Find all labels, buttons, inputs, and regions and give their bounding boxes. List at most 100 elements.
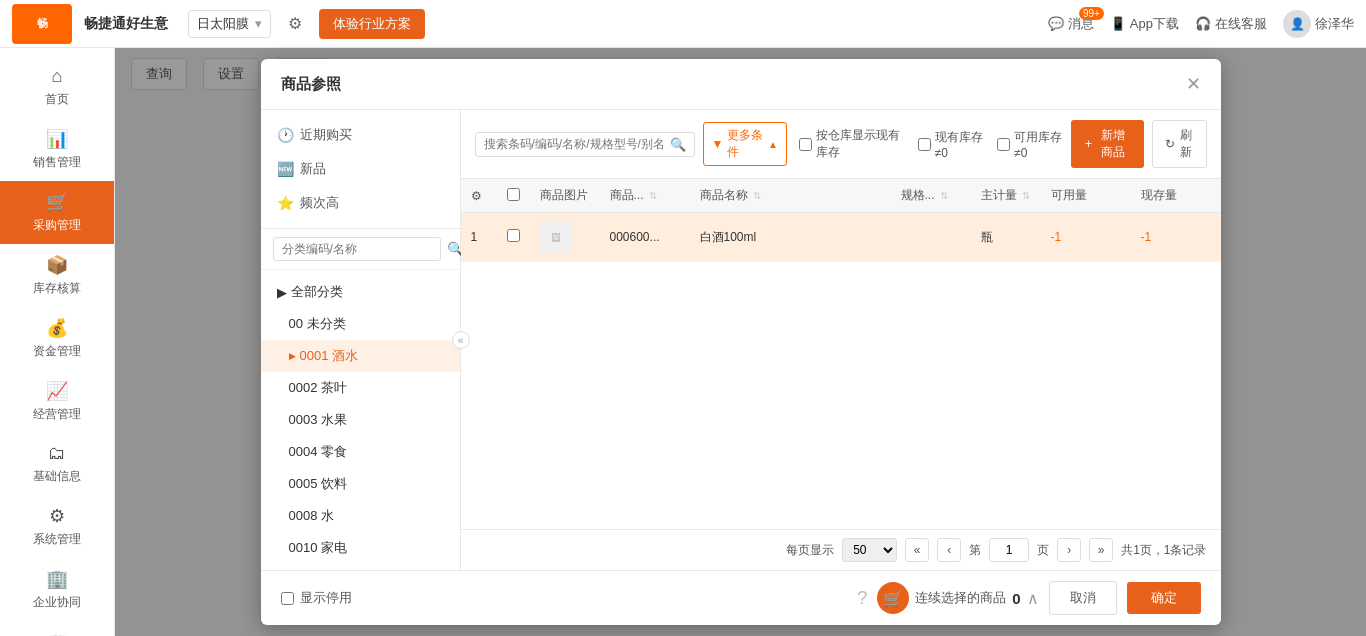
row-avail: -1 <box>1041 213 1131 262</box>
page-prefix: 第 <box>969 542 981 559</box>
nav-frequent[interactable]: ⭐ 频次高 <box>261 186 460 220</box>
checkbox-stock-input[interactable] <box>918 138 931 151</box>
checkbox-stock-nonzero[interactable]: 现有库存≠0 <box>918 129 984 160</box>
select-all-checkbox[interactable] <box>507 188 520 201</box>
product-table: ⚙ 商品图片 <box>461 179 1221 262</box>
right-panel: 🔍 ▼ 更多条件 ▲ 按仓库显示现有库存 <box>461 110 1221 570</box>
filter-checkboxes: 按仓库显示现有库存 现有库存≠0 可用库存≠0 <box>799 127 1063 161</box>
category-0005[interactable]: 0005 饮料 <box>261 468 460 500</box>
more-filter-button[interactable]: ▼ 更多条件 ▲ <box>703 122 787 166</box>
per-page-select[interactable]: 10 20 50 100 <box>842 538 897 562</box>
show-disabled-label[interactable]: 显示停用 <box>281 589 352 607</box>
sidebar-item-label: 经营管理 <box>33 406 81 423</box>
col-unit[interactable]: 主计量 ⇅ <box>971 179 1041 213</box>
star-icon: ⭐ <box>277 195 294 211</box>
expand-icon: ▶ <box>277 285 287 300</box>
sidebar-item-sales[interactable]: 📊 销售管理 <box>0 118 114 181</box>
checkbox-avail-input[interactable] <box>997 138 1010 151</box>
per-page-label: 每页显示 <box>786 542 834 559</box>
row-checkbox[interactable] <box>507 229 520 242</box>
table-row[interactable]: 1 🖼 000600... 白酒100ml <box>461 213 1221 262</box>
category-0004[interactable]: 0004 零食 <box>261 436 460 468</box>
product-search-input[interactable] <box>484 137 664 151</box>
product-search-box: 🔍 <box>475 132 695 157</box>
sidebar-item-label: 首页 <box>45 91 69 108</box>
show-disabled-checkbox[interactable] <box>281 592 294 605</box>
cancel-button[interactable]: 取消 <box>1049 581 1117 615</box>
app-brand: 畅捷通好生意 <box>84 15 168 33</box>
category-0010[interactable]: 0010 家电 <box>261 532 460 564</box>
sidebar-item-finance[interactable]: 💰 资金管理 <box>0 307 114 370</box>
sidebar-item-enterprise[interactable]: 🏢 企业协同 <box>0 558 114 621</box>
main-layout: ⌂ 首页 📊 销售管理 🛒 采购管理 📦 库存核算 💰 资金管理 📈 经营管理 … <box>0 48 1366 636</box>
category-0001[interactable]: 0001 酒水 <box>261 340 460 372</box>
user-menu[interactable]: 👤 徐泽华 <box>1283 10 1354 38</box>
product-table-wrapper: ⚙ 商品图片 <box>461 179 1221 529</box>
checkbox-warehouse-input[interactable] <box>799 138 812 151</box>
sidebar-item-purchase[interactable]: 🛒 采购管理 <box>0 181 114 244</box>
category-0002[interactable]: 0002 茶叶 <box>261 372 460 404</box>
col-code[interactable]: 商品... ⇅ <box>600 179 690 213</box>
col-spec[interactable]: 规格... ⇅ <box>891 179 971 213</box>
row-check[interactable] <box>497 213 530 262</box>
next-page-button[interactable]: › <box>1057 538 1081 562</box>
system-icon: ⚙ <box>49 505 65 527</box>
online-service-button[interactable]: 🎧 在线客服 <box>1195 15 1267 33</box>
col-img: 商品图片 <box>530 179 600 213</box>
confirm-button[interactable]: 确定 <box>1127 582 1201 614</box>
nav-recent-label: 近期购买 <box>300 126 352 144</box>
sidebar-item-label: 采购管理 <box>33 217 81 234</box>
sidebar-item-guide[interactable]: 📖 新手引导 <box>0 621 114 636</box>
chevron-up-icon: ▲ <box>768 139 778 150</box>
col-name[interactable]: 商品名称 ⇅ <box>690 179 891 213</box>
sidebar-item-base[interactable]: 🗂 基础信息 <box>0 433 114 495</box>
settings-icon[interactable]: ⚙ <box>279 8 311 40</box>
app-download-button[interactable]: 📱 App下载 <box>1110 15 1179 33</box>
sales-icon: 📊 <box>46 128 68 150</box>
product-thumbnail: 🖼 <box>540 221 572 253</box>
toolbar-right: + 新增商品 ↻ 刷新 <box>1071 120 1207 168</box>
col-settings: ⚙ <box>461 179 497 213</box>
category-0008[interactable]: 0008 水 <box>261 500 460 532</box>
row-code: 000600... <box>600 213 690 262</box>
modal-close-button[interactable]: ✕ <box>1186 73 1201 95</box>
last-page-button[interactable]: » <box>1089 538 1113 562</box>
message-button[interactable]: 💬 消息 99+ <box>1048 15 1094 33</box>
experience-button[interactable]: 体验行业方案 <box>319 9 425 39</box>
checkbox-warehouse[interactable]: 按仓库显示现有库存 <box>799 127 904 161</box>
page-suffix: 页 <box>1037 542 1049 559</box>
left-nav: 🕐 近期购买 🆕 新品 ⭐ 频次高 « <box>261 110 460 229</box>
category-0003[interactable]: 0003 水果 <box>261 404 460 436</box>
cart-collapse-icon[interactable]: ∧ <box>1027 589 1039 608</box>
cart-icon[interactable]: 🛒 <box>877 582 909 614</box>
home-icon: ⌂ <box>52 66 63 87</box>
modal-footer: 显示停用 ? 🛒 连续选择的商品 0 ∧ 取消 确定 <box>261 570 1221 625</box>
refresh-button[interactable]: ↻ 刷新 <box>1152 120 1207 168</box>
sort-code-icon: ⇅ <box>649 190 657 201</box>
prev-page-button[interactable]: ‹ <box>937 538 961 562</box>
help-icon[interactable]: ? <box>857 588 867 609</box>
sidebar-item-system[interactable]: ⚙ 系统管理 <box>0 495 114 558</box>
nav-recent[interactable]: 🕐 近期购买 <box>261 118 460 152</box>
refresh-icon: ↻ <box>1165 137 1175 151</box>
page-number-input[interactable] <box>989 538 1029 562</box>
sidebar-item-operation[interactable]: 📈 经营管理 <box>0 370 114 433</box>
first-page-button[interactable]: « <box>905 538 929 562</box>
settings-col-icon[interactable]: ⚙ <box>471 189 482 203</box>
row-spec <box>891 213 971 262</box>
sidebar-item-inventory[interactable]: 📦 库存核算 <box>0 244 114 307</box>
category-all[interactable]: ▶ 全部分类 <box>261 276 460 308</box>
checkbox-avail-nonzero[interactable]: 可用库存≠0 <box>997 129 1063 160</box>
sidebar-item-label: 基础信息 <box>33 468 81 485</box>
headset-icon: 🎧 <box>1195 16 1211 31</box>
new-icon: 🆕 <box>277 161 294 177</box>
nav-new[interactable]: 🆕 新品 <box>261 152 460 186</box>
purchase-icon: 🛒 <box>46 191 68 213</box>
add-product-button[interactable]: + 新增商品 <box>1071 120 1144 168</box>
branch-selector[interactable]: 日太阳膜 ▾ <box>188 10 271 38</box>
category-search-input[interactable] <box>273 237 441 261</box>
modal-title: 商品参照 <box>281 75 341 94</box>
sidebar-item-home[interactable]: ⌂ 首页 <box>0 56 114 118</box>
category-00[interactable]: 00 未分类 <box>261 308 460 340</box>
row-unit: 瓶 <box>971 213 1041 262</box>
